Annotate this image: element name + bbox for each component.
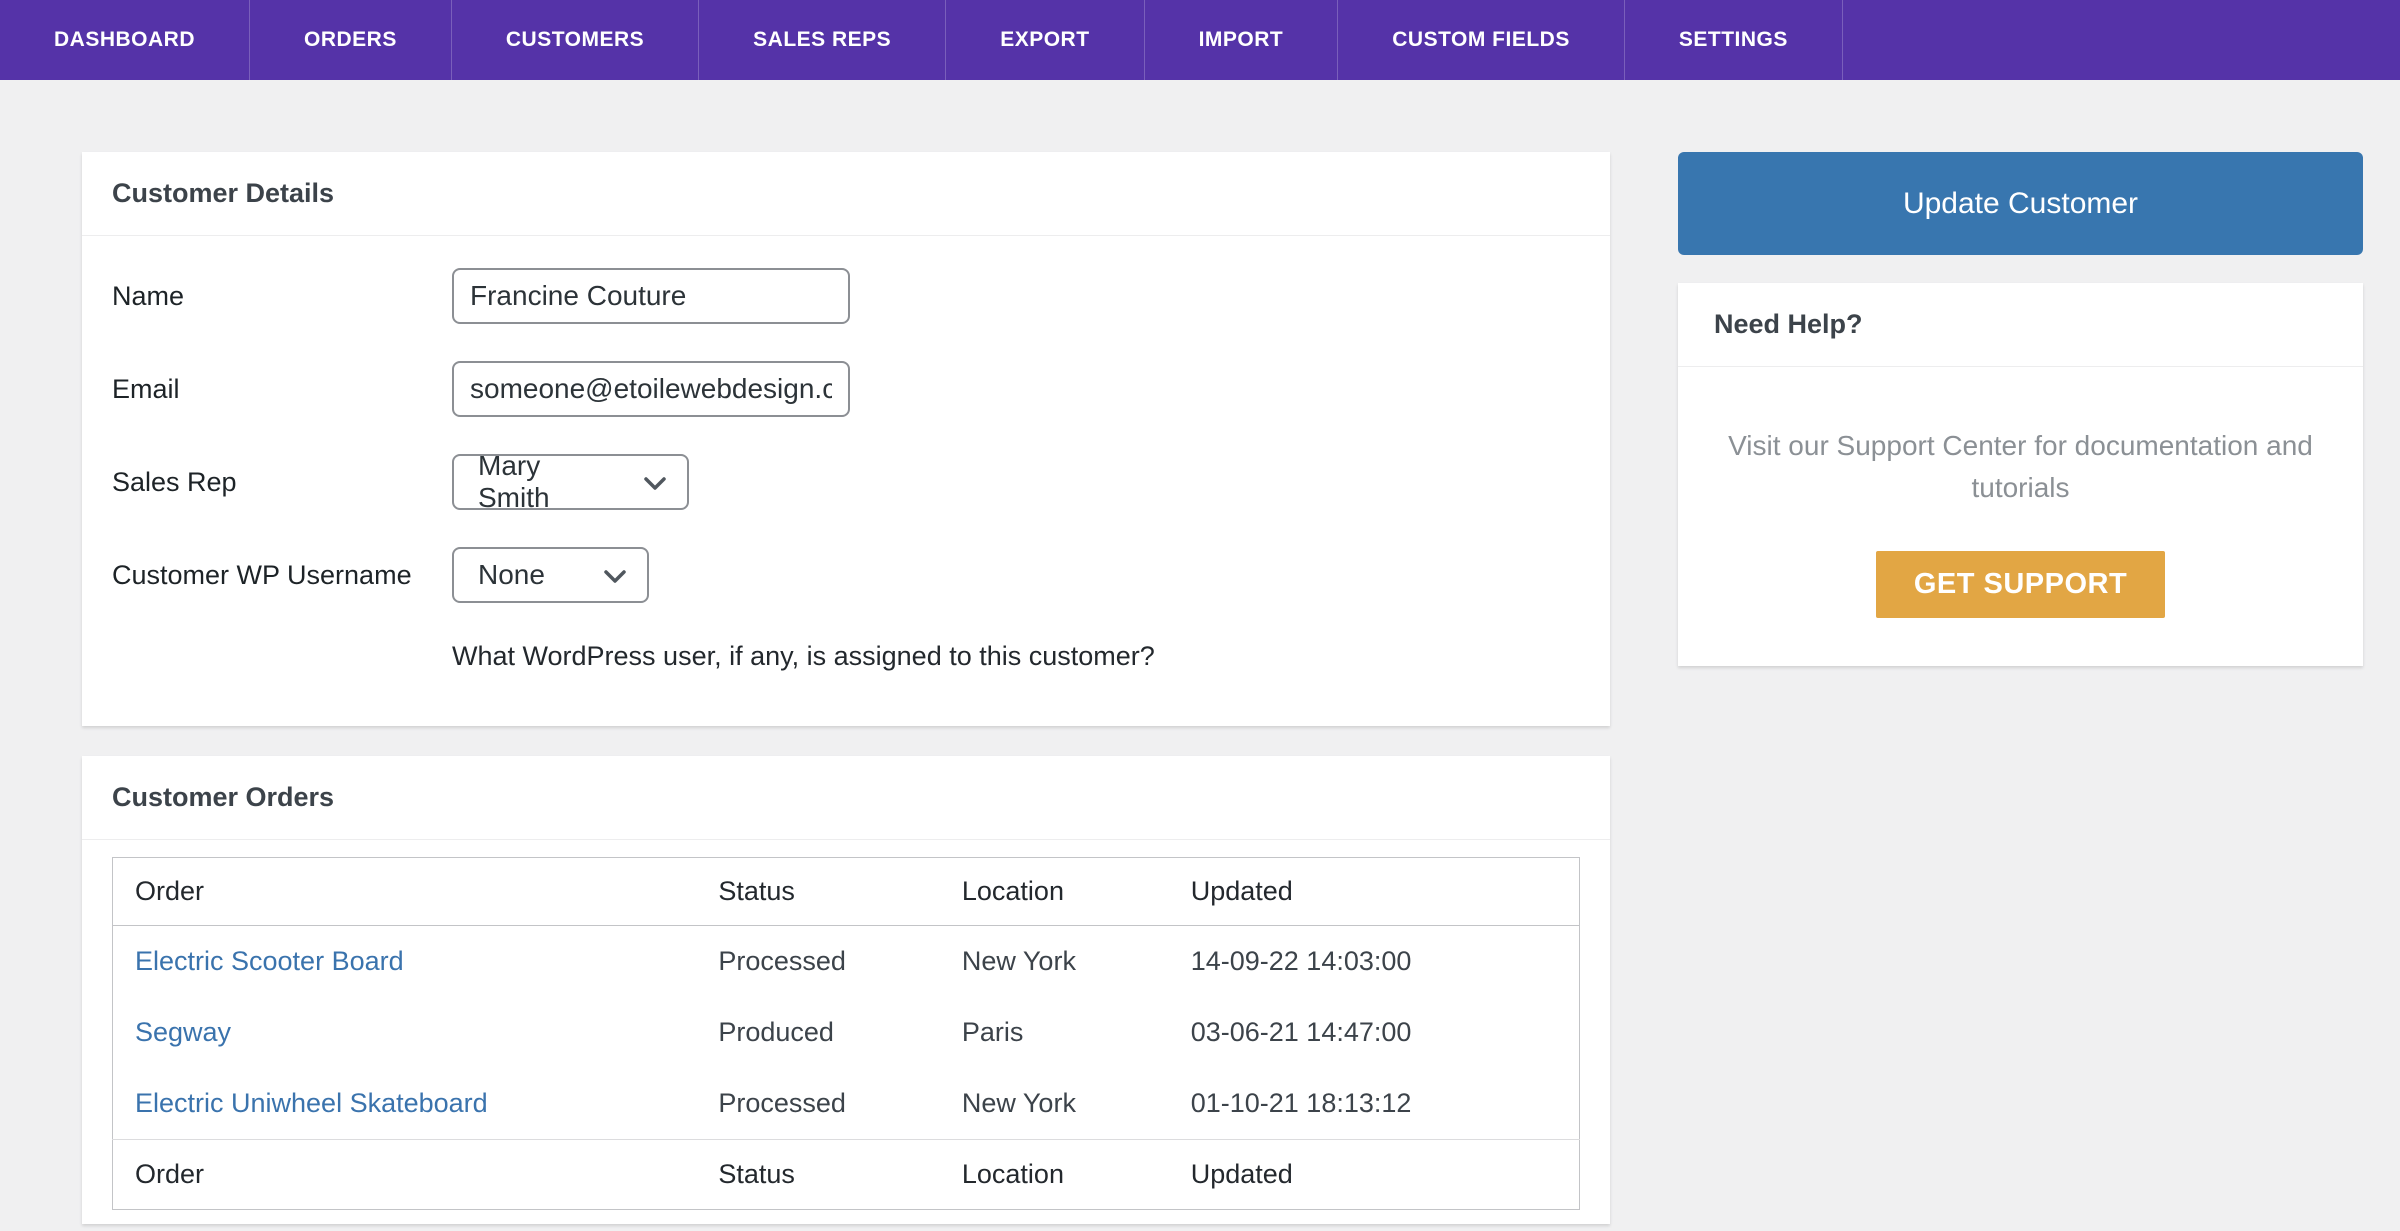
nav-item-orders[interactable]: ORDERS — [250, 0, 452, 80]
need-help-card: Need Help? Visit our Support Center for … — [1678, 283, 2363, 666]
email-input[interactable] — [452, 361, 850, 417]
customer-details-card: Customer Details Name Email Sales Rep Ma… — [82, 152, 1610, 726]
orders-footer-col-order: Order — [113, 1140, 697, 1210]
nav-item-customers[interactable]: CUSTOMERS — [452, 0, 699, 80]
orders-col-updated: Updated — [1169, 858, 1580, 926]
order-status: Processed — [696, 926, 940, 998]
orders-footer-row: Order Status Location Updated — [113, 1140, 1580, 1210]
sales-rep-selected-value: Mary Smith — [478, 450, 619, 514]
order-row: Electric Scooter Board Processed New Yor… — [113, 926, 1580, 998]
get-support-button[interactable]: GET SUPPORT — [1876, 551, 2165, 618]
email-row: Email — [112, 361, 1580, 417]
order-link[interactable]: Electric Scooter Board — [135, 946, 404, 976]
nav-item-settings[interactable]: SETTINGS — [1625, 0, 1843, 80]
page-content: Customer Details Name Email Sales Rep Ma… — [0, 80, 2400, 1231]
sales-rep-row: Sales Rep Mary Smith — [112, 454, 1580, 510]
customer-orders-title: Customer Orders — [82, 756, 1610, 840]
order-updated: 03-06-21 14:47:00 — [1169, 997, 1580, 1068]
wp-username-select[interactable]: None — [452, 547, 649, 603]
wp-username-selected-value: None — [478, 559, 545, 591]
order-location: New York — [940, 1068, 1169, 1140]
orders-footer-col-status: Status — [696, 1140, 940, 1210]
wp-username-row: Customer WP Username None — [112, 547, 1580, 603]
customer-orders-card: Customer Orders Order Status Location Up… — [82, 756, 1610, 1224]
side-column: Update Customer Need Help? Visit our Sup… — [1678, 152, 2363, 666]
email-label: Email — [112, 374, 452, 405]
nav-item-sales-reps[interactable]: SALES REPS — [699, 0, 946, 80]
order-status: Processed — [696, 1068, 940, 1140]
orders-table: Order Status Location Updated Electric S… — [112, 857, 1580, 1210]
name-row: Name — [112, 268, 1580, 324]
main-column: Customer Details Name Email Sales Rep Ma… — [82, 152, 1610, 1224]
nav-item-custom-fields[interactable]: CUSTOM FIELDS — [1338, 0, 1625, 80]
update-customer-button[interactable]: Update Customer — [1678, 152, 2363, 255]
chevron-down-icon — [603, 559, 627, 591]
orders-col-status: Status — [696, 858, 940, 926]
chevron-down-icon — [643, 466, 667, 498]
need-help-text: Visit our Support Center for documentati… — [1718, 425, 2323, 509]
customer-details-form: Name Email Sales Rep Mary Smith — [82, 236, 1610, 726]
orders-col-order: Order — [113, 858, 697, 926]
name-input[interactable] — [452, 268, 850, 324]
nav-item-import[interactable]: IMPORT — [1145, 0, 1339, 80]
order-location: Paris — [940, 997, 1169, 1068]
nav-item-export[interactable]: EXPORT — [946, 0, 1144, 80]
order-status: Produced — [696, 997, 940, 1068]
sales-rep-label: Sales Rep — [112, 467, 452, 498]
customer-details-title: Customer Details — [82, 152, 1610, 236]
orders-col-location: Location — [940, 858, 1169, 926]
order-link[interactable]: Electric Uniwheel Skateboard — [135, 1088, 488, 1118]
name-label: Name — [112, 281, 452, 312]
order-updated: 01-10-21 18:13:12 — [1169, 1068, 1580, 1140]
wp-username-help-text: What WordPress user, if any, is assigned… — [452, 640, 1580, 672]
top-nav: DASHBOARD ORDERS CUSTOMERS SALES REPS EX… — [0, 0, 2400, 80]
need-help-title: Need Help? — [1678, 283, 2363, 367]
order-updated: 14-09-22 14:03:00 — [1169, 926, 1580, 998]
orders-header-row: Order Status Location Updated — [113, 858, 1580, 926]
sales-rep-select[interactable]: Mary Smith — [452, 454, 689, 510]
orders-footer-col-location: Location — [940, 1140, 1169, 1210]
order-row: Electric Uniwheel Skateboard Processed N… — [113, 1068, 1580, 1140]
wp-username-label: Customer WP Username — [112, 560, 452, 591]
order-link[interactable]: Segway — [135, 1017, 231, 1047]
customer-orders-table-wrap: Order Status Location Updated Electric S… — [82, 840, 1610, 1224]
order-row: Segway Produced Paris 03-06-21 14:47:00 — [113, 997, 1580, 1068]
need-help-body: Visit our Support Center for documentati… — [1678, 367, 2363, 666]
nav-item-dashboard[interactable]: DASHBOARD — [0, 0, 250, 80]
orders-footer-col-updated: Updated — [1169, 1140, 1580, 1210]
order-location: New York — [940, 926, 1169, 998]
